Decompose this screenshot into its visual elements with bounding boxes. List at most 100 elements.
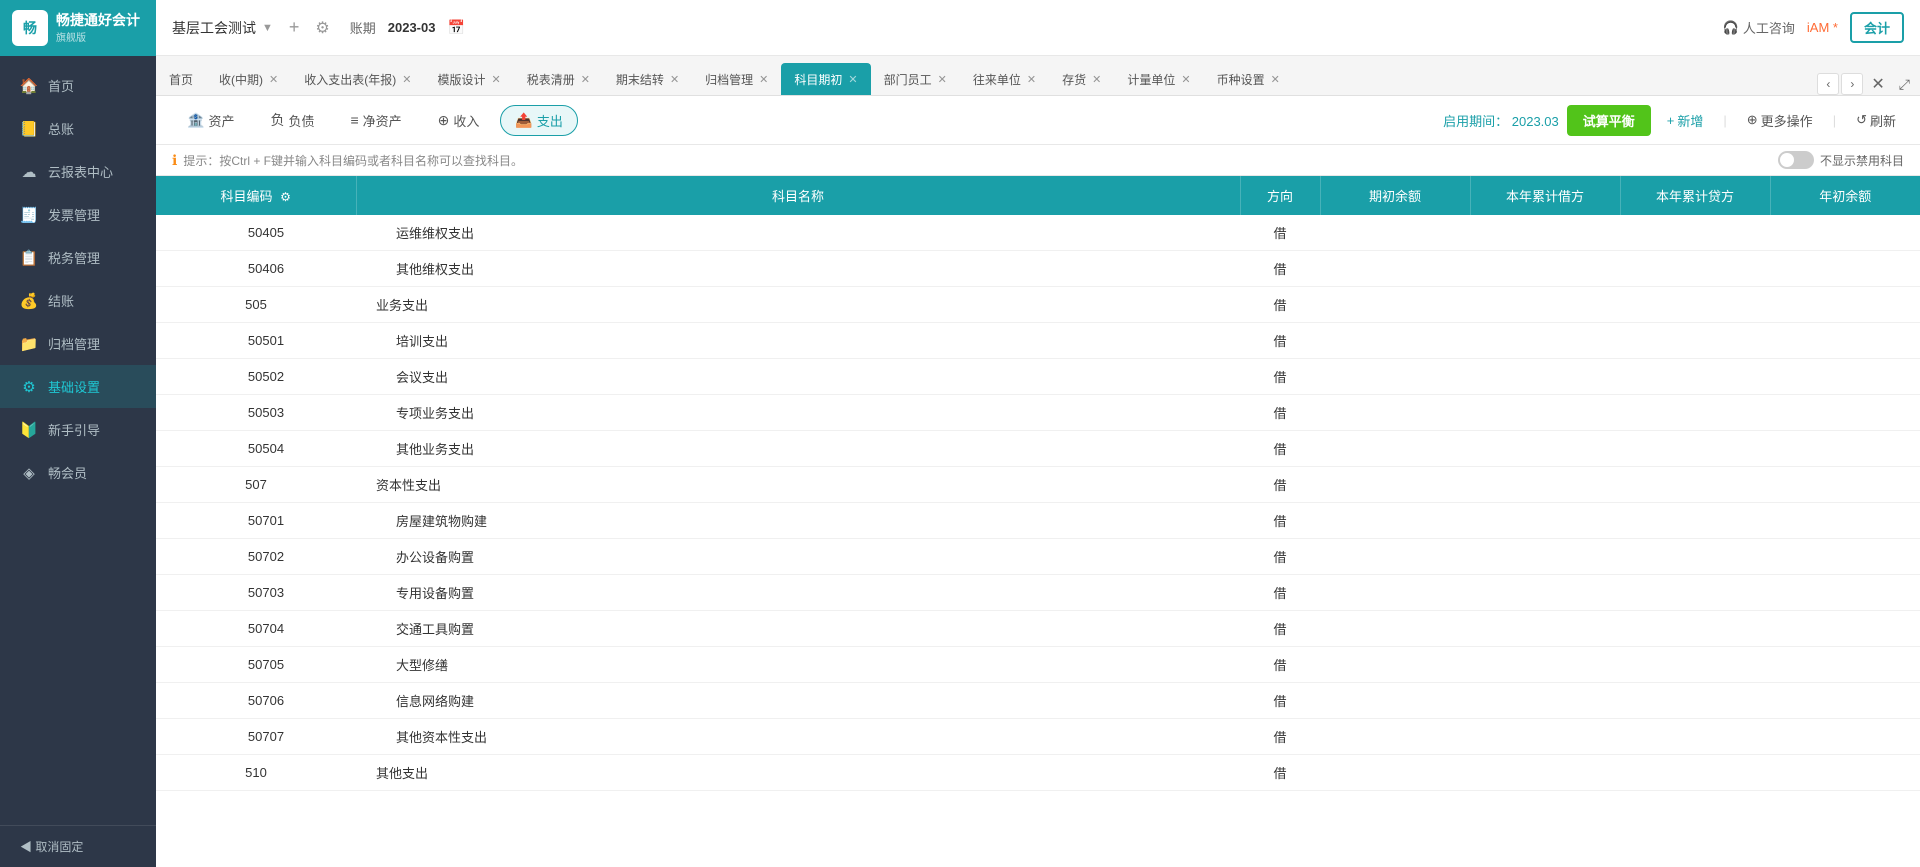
sidebar-item-settings[interactable]: ⚙基础设置	[0, 365, 156, 408]
column-settings-icon[interactable]: ⚙	[280, 190, 291, 204]
cell-ytd-debit-9	[1470, 539, 1620, 575]
table-row[interactable]: 50406 其他维权支出 借	[156, 251, 1920, 287]
hide-disabled-label: 不显示禁用科目	[1820, 152, 1904, 169]
tabs-nav-arrows: ‹ › ✕ ⤢	[1813, 73, 1920, 95]
table-row[interactable]: 50504 其他业务支出 借	[156, 431, 1920, 467]
table-row[interactable]: 50502 会议支出 借	[156, 359, 1920, 395]
cell-ytd-debit-1	[1470, 251, 1620, 287]
tab-label-inventory: 存货	[1062, 71, 1086, 88]
table-row[interactable]: 50503 专项业务支出 借	[156, 395, 1920, 431]
table-row[interactable]: 50702 办公设备购置 借	[156, 539, 1920, 575]
balance-button[interactable]: 试算平衡	[1567, 105, 1651, 136]
sidebar-item-home[interactable]: 🏠首页	[0, 64, 156, 107]
cell-code-2: 505	[156, 287, 356, 323]
cell-dir-14: 借	[1240, 719, 1320, 755]
add-icon: +	[1667, 113, 1675, 128]
sidebar-item-reports[interactable]: ☁云报表中心	[0, 150, 156, 193]
hint-content: 提示：按Ctrl + F键并输入科目编码或者科目名称可以查找科目。	[183, 152, 523, 169]
tab-close-inventory[interactable]: ✕	[1092, 73, 1101, 86]
tab-tax_clear[interactable]: 税表清册✕	[514, 63, 603, 95]
expand-icon[interactable]: ⤢	[1893, 76, 1916, 93]
tab-period_end[interactable]: 期末结转✕	[603, 63, 692, 95]
add-company-button[interactable]: +	[285, 13, 304, 42]
tabs-bar: 首页收(中期)✕收入支出表(年报)✕模版设计✕税表清册✕期末结转✕归档管理✕科目…	[156, 56, 1920, 96]
table-row[interactable]: 50703 专用设备购置 借	[156, 575, 1920, 611]
table-row[interactable]: 50706 信息网络购建 借	[156, 683, 1920, 719]
filter-label-net_asset: 净资产	[363, 111, 402, 130]
sidebar-collapse[interactable]: ◀ 取消固定	[0, 825, 156, 867]
table-row[interactable]: 50705 大型修缮 借	[156, 647, 1920, 683]
tab-close-template[interactable]: ✕	[491, 73, 500, 86]
cell-code-3: 50501	[156, 323, 356, 359]
cell-ytd-credit-8	[1620, 503, 1770, 539]
table-row[interactable]: 505 业务支出 借	[156, 287, 1920, 323]
tab-currency[interactable]: 币种设置✕	[1204, 63, 1293, 95]
sidebar-item-guide[interactable]: 🔰新手引导	[0, 408, 156, 451]
add-subject-button[interactable]: + 新增	[1659, 111, 1712, 130]
invoice-icon: 🧾	[20, 206, 38, 224]
tab-close-tax_clear[interactable]: ✕	[581, 73, 590, 86]
tabs-next-arrow[interactable]: ›	[1841, 73, 1863, 95]
hide-disabled-toggle[interactable]	[1778, 151, 1814, 169]
table-row[interactable]: 50405 运维维权支出 借	[156, 215, 1920, 251]
cell-balance-2	[1320, 287, 1470, 323]
tab-dept_staff[interactable]: 部门员工✕	[871, 63, 960, 95]
table-row[interactable]: 50501 培训支出 借	[156, 323, 1920, 359]
logo: 畅 畅捷通好会计 旗舰版	[0, 0, 156, 56]
filter-tab-liability[interactable]: 负负债	[255, 104, 329, 136]
refresh-button[interactable]: ↺ 刷新	[1848, 111, 1904, 130]
sidebar-item-invoice[interactable]: 🧾发票管理	[0, 193, 156, 236]
tab-close-currency[interactable]: ✕	[1271, 73, 1280, 86]
table-row[interactable]: 50707 其他资本性支出 借	[156, 719, 1920, 755]
more-icon: ⊕	[1747, 112, 1758, 128]
tab-inventory[interactable]: 存货 ✕	[1049, 63, 1114, 95]
calendar-icon[interactable]: 📅	[447, 19, 464, 36]
tab-close-subject_init[interactable]: ✕	[848, 73, 857, 86]
table-row[interactable]: 50704 交通工具购置 借	[156, 611, 1920, 647]
tab-close-cashflow_mid[interactable]: ✕	[269, 73, 278, 86]
filter-tab-expense[interactable]: 📤支出	[500, 105, 577, 136]
help-button[interactable]: 🎧 人工咨询	[1723, 18, 1795, 37]
tab-close-period_end[interactable]: ✕	[670, 73, 679, 86]
tab-subject_init[interactable]: 科目期初✕	[781, 63, 870, 95]
cell-ytd-credit-12	[1620, 647, 1770, 683]
sidebar-item-settlement[interactable]: 💰结账	[0, 279, 156, 322]
filter-tab-asset[interactable]: 🏦资产	[172, 105, 249, 136]
tab-counterpart[interactable]: 往来单位✕	[960, 63, 1049, 95]
cell-ytd-credit-5	[1620, 395, 1770, 431]
company-settings-icon[interactable]: ⚙	[315, 18, 329, 38]
tab-home[interactable]: 首页	[156, 63, 206, 95]
tab-unit[interactable]: 计量单位✕	[1114, 63, 1203, 95]
tab-close-unit[interactable]: ✕	[1181, 73, 1190, 86]
account-button[interactable]: 会计	[1850, 12, 1904, 43]
tab-close-income_year[interactable]: ✕	[402, 73, 411, 86]
cell-name-6: 其他业务支出	[356, 431, 1240, 467]
tab-close-dept_staff[interactable]: ✕	[938, 73, 947, 86]
sidebar-item-member[interactable]: ◈畅会员	[0, 451, 156, 494]
sidebar-item-ledger[interactable]: 📒总账	[0, 107, 156, 150]
cell-dir-10: 借	[1240, 575, 1320, 611]
tab-close-archive_mgr[interactable]: ✕	[759, 73, 768, 86]
tab-income_year[interactable]: 收入支出表(年报)✕	[291, 63, 424, 95]
tab-archive_mgr[interactable]: 归档管理✕	[692, 63, 781, 95]
cell-ytd-debit-10	[1470, 575, 1620, 611]
filter-label-expense: 支出	[537, 111, 563, 130]
cell-ytd-debit-14	[1470, 719, 1620, 755]
cell-balance-5	[1320, 395, 1470, 431]
table-row[interactable]: 507 资本性支出 借	[156, 467, 1920, 503]
sidebar-item-archive[interactable]: 📁归档管理	[0, 322, 156, 365]
sidebar-item-tax[interactable]: 📋税务管理	[0, 236, 156, 279]
company-selector[interactable]: 基层工会测试 ▼	[172, 18, 273, 38]
tab-close-counterpart[interactable]: ✕	[1027, 73, 1036, 86]
tab-template[interactable]: 模版设计✕	[424, 63, 513, 95]
add-label: 新增	[1677, 111, 1703, 130]
more-actions-button[interactable]: ⊕ 更多操作	[1739, 111, 1821, 130]
filter-tab-income[interactable]: ⊕收入	[423, 105, 495, 136]
close-all-tabs[interactable]: ✕	[1865, 74, 1890, 94]
cell-name-14: 其他资本性支出	[356, 719, 1240, 755]
table-row[interactable]: 50701 房屋建筑物购建 借	[156, 503, 1920, 539]
filter-tab-net_asset[interactable]: ≡净资产	[335, 105, 416, 136]
table-row[interactable]: 510 其他支出 借	[156, 755, 1920, 791]
tab-cashflow_mid[interactable]: 收(中期)✕	[206, 63, 291, 95]
tabs-prev-arrow[interactable]: ‹	[1817, 73, 1839, 95]
